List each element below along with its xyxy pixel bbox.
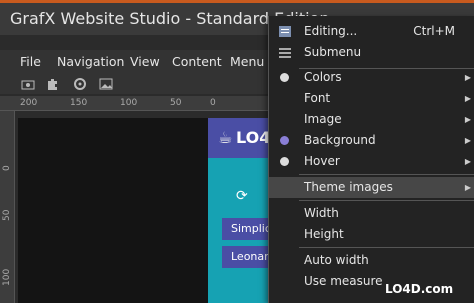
image-icon[interactable] [98,76,114,92]
menu-item-label: Background [304,133,376,147]
gear-icon[interactable] [72,76,88,92]
edit-icon [279,26,291,37]
camera-icon[interactable] [20,76,36,92]
image-placeholder-icon: ⟳ [236,188,248,204]
site-nav-button-2[interactable]: Leonar [222,246,274,268]
menu-item-height[interactable]: Height [269,224,474,245]
menu-item-hover[interactable]: Hover ▶ [269,151,474,172]
menu-item-label: Image [304,112,342,126]
radio-icon [280,157,289,166]
menu-item-label: Use measure [304,274,383,288]
menu-menu[interactable]: Menu [230,50,264,74]
menu-separator [299,247,474,248]
ruler-label: 200 [20,98,38,108]
ruler-label: 0 [2,165,12,171]
menu-item-label: Hover [304,154,340,168]
menu-separator [299,200,474,201]
menu-navigation[interactable]: Navigation [57,50,124,74]
menu-item-theme-images[interactable]: Theme images ▶ [269,177,474,198]
menu-item-label: Font [304,91,331,105]
menu-item-label: Theme images [304,180,393,194]
menu-item-label: Editing... [304,24,358,38]
chevron-right-icon: ▶ [464,94,471,103]
chevron-right-icon: ▶ [464,183,471,192]
vertical-ruler: 0 50 100 [0,111,15,303]
ruler-label: 0 [210,98,216,108]
puzzle-icon[interactable] [45,76,61,92]
chevron-right-icon: ▶ [464,73,471,82]
menu-item-label: Submenu [304,45,362,59]
site-header[interactable]: ☕ LO4 [208,118,274,158]
menu-item-auto-width[interactable]: Auto width [269,250,474,271]
context-menu: Editing... Ctrl+M Submenu Colors ▶ Font … [268,16,474,303]
menu-content[interactable]: Content [172,50,222,74]
chevron-right-icon: ▶ [464,157,471,166]
menu-item-label: Height [304,227,344,241]
menu-item-colors[interactable]: Colors ▶ [269,67,474,88]
watermark-logo: LO4D.com [385,282,454,296]
chevron-right-icon: ▶ [464,115,471,124]
menu-item-editing[interactable]: Editing... Ctrl+M [269,21,474,42]
ruler-label: 150 [70,98,88,108]
list-icon [279,48,291,58]
radio-icon [280,73,289,82]
menu-item-submenu[interactable]: Submenu [269,42,474,63]
menu-item-label: Colors [304,70,342,84]
ruler-label: 50 [2,209,12,221]
radio-selected-icon [280,136,289,145]
design-canvas[interactable] [18,118,208,303]
menu-item-font[interactable]: Font ▶ [269,88,474,109]
menu-item-width[interactable]: Width [269,203,474,224]
ruler-label: 100 [2,268,12,286]
menu-item-label: Auto width [304,253,369,267]
menu-view[interactable]: View [130,50,160,74]
ruler-label: 50 [170,98,182,108]
menu-separator [299,174,474,175]
menu-file[interactable]: File [20,50,41,74]
menu-item-shortcut: Ctrl+M [413,24,455,38]
menu-item-label: Width [304,206,339,220]
chevron-right-icon: ▶ [464,136,471,145]
cup-icon: ☕ [218,128,233,147]
menu-item-background[interactable]: Background ▶ [269,130,474,151]
site-logo: LO4 [236,128,271,147]
site-nav-button-1[interactable]: Simplic [222,218,274,240]
ruler-label: 100 [120,98,138,108]
menu-item-image[interactable]: Image ▶ [269,109,474,130]
